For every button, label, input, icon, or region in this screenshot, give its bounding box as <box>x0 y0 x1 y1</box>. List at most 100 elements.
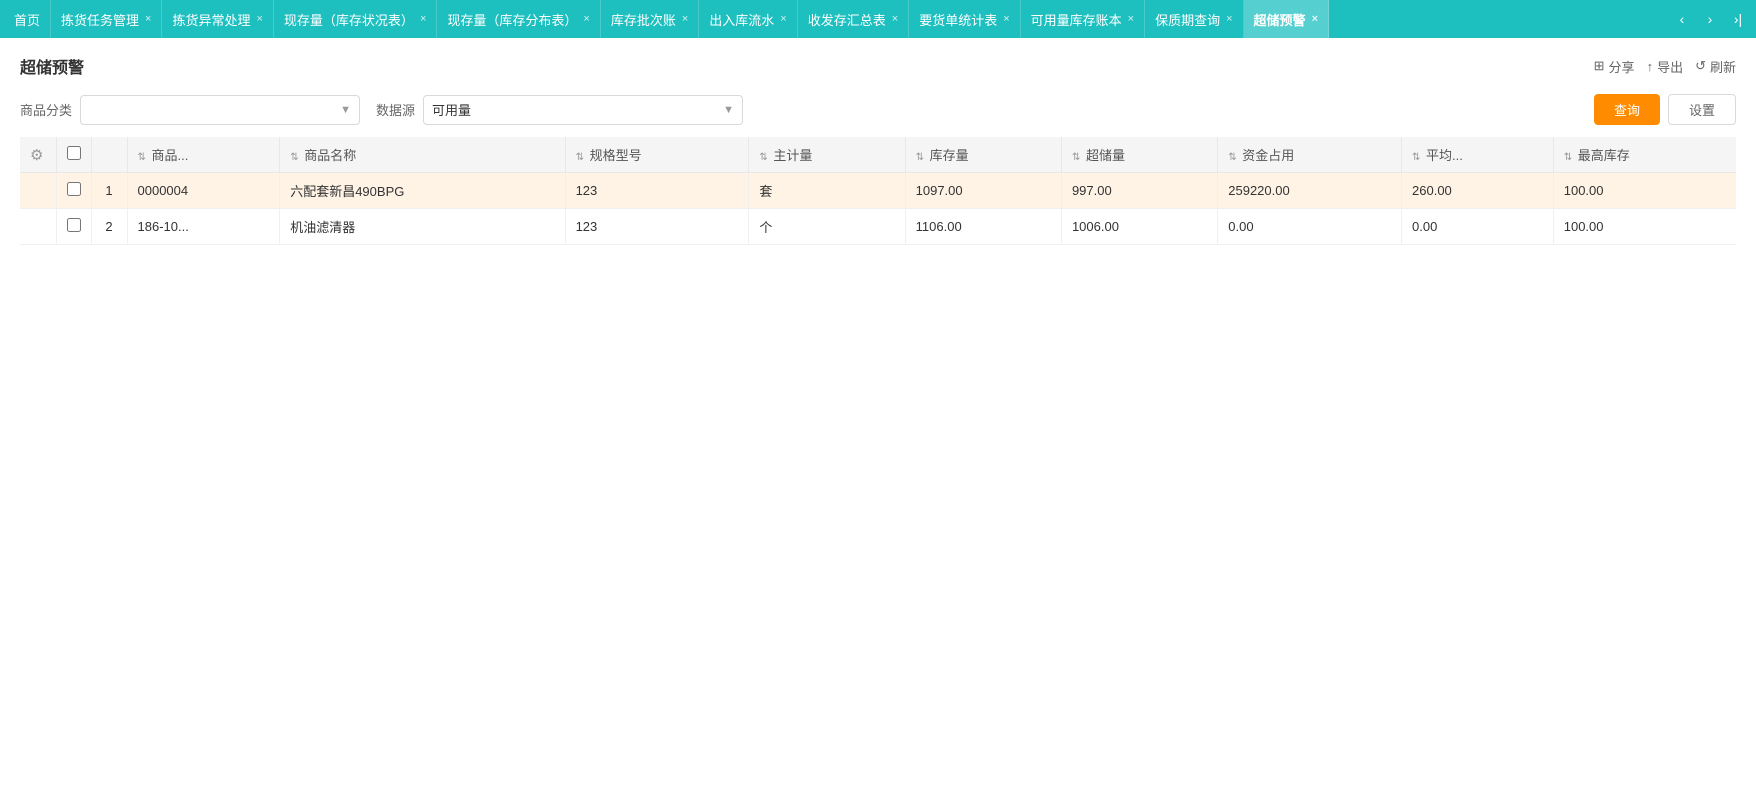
sort-icon: ⇅ <box>759 152 767 163</box>
datasource-value: 可用量 <box>432 100 471 119</box>
nav-collect-summary[interactable]: 收发存汇总表 × <box>798 0 909 38</box>
product-name-column-header[interactable]: ⇅ 商品名称 <box>280 137 565 173</box>
top-navigation: 首页 拣货任务管理 × 拣货异常处理 × 现存量（库存状况表） × 现存量（库存… <box>0 0 1756 38</box>
chevron-down-icon: ▼ <box>723 104 734 116</box>
chevron-down-icon: ▼ <box>340 104 351 116</box>
close-icon[interactable]: × <box>145 13 151 25</box>
capital-use-column-header[interactable]: ⇅ 资金占用 <box>1218 137 1402 173</box>
page-header: 超储预警 ⊞ 分享 ↑ 导出 ↺ 刷新 <box>20 54 1736 78</box>
stock-qty-cell: 1097.00 <box>905 173 1061 209</box>
nav-quality-check[interactable]: 保质期查询 × <box>1145 0 1243 38</box>
close-icon[interactable]: × <box>1312 13 1318 25</box>
nav-stock-status[interactable]: 现存量（库存状况表） × <box>274 0 437 38</box>
setting-button[interactable]: 设置 <box>1668 94 1736 125</box>
datasource-select[interactable]: 可用量 ▼ <box>423 95 743 125</box>
product-name-cell: 六配套新昌490BPG <box>280 173 565 209</box>
product-code-cell: 0000004 <box>127 173 280 209</box>
nav-next-button[interactable]: › <box>1696 0 1724 38</box>
capital-use-cell: 259220.00 <box>1218 173 1402 209</box>
close-icon[interactable]: × <box>1226 13 1232 25</box>
export-icon: ↑ <box>1647 59 1654 74</box>
sort-icon: ⇅ <box>916 152 924 163</box>
close-icon[interactable]: × <box>1003 13 1009 25</box>
stock-qty-column-header[interactable]: ⇅ 库存量 <box>905 137 1061 173</box>
row-checkbox[interactable] <box>67 218 81 232</box>
export-button[interactable]: ↑ 导出 <box>1647 57 1684 76</box>
nav-overstock-alert[interactable]: 超储预警 × <box>1244 0 1329 38</box>
nav-available-stock[interactable]: 可用量库存账本 × <box>1021 0 1145 38</box>
page-title: 超储预警 <box>20 54 84 78</box>
nav-order-stats[interactable]: 要货单统计表 × <box>909 0 1020 38</box>
share-button[interactable]: ⊞ 分享 <box>1594 57 1635 76</box>
unit-cell: 套 <box>749 173 905 209</box>
refresh-button[interactable]: ↺ 刷新 <box>1695 57 1736 76</box>
nav-task-mgmt[interactable]: 拣货任务管理 × <box>51 0 162 38</box>
nav-inout-flow[interactable]: 出入库流水 × <box>699 0 797 38</box>
overstock-qty-cell: 997.00 <box>1061 173 1217 209</box>
sort-icon: ⇅ <box>138 152 146 163</box>
close-icon[interactable]: × <box>583 13 589 25</box>
data-table: ⚙ ⇅ 商品... ⇅ 商品名称 ⇅ 规格型号 <box>20 137 1736 245</box>
select-all-checkbox[interactable] <box>67 146 81 160</box>
row-number: 2 <box>91 209 127 245</box>
close-icon[interactable]: × <box>682 13 688 25</box>
row-checkbox-cell[interactable] <box>56 209 91 245</box>
unit-cell: 个 <box>749 209 905 245</box>
page-container: 超储预警 ⊞ 分享 ↑ 导出 ↺ 刷新 商品分类 ▼ 数据源 <box>0 38 1756 261</box>
nav-more-button[interactable]: ›| <box>1724 0 1752 38</box>
nav-home[interactable]: 首页 <box>4 0 51 38</box>
row-checkbox-cell[interactable] <box>56 173 91 209</box>
category-select[interactable]: ▼ <box>80 95 360 125</box>
row-gear-cell <box>20 209 56 245</box>
category-filter: 商品分类 ▼ <box>20 95 360 125</box>
query-button[interactable]: 查询 <box>1594 94 1660 125</box>
avg-cell: 0.00 <box>1402 209 1554 245</box>
sort-icon: ⇅ <box>1564 152 1572 163</box>
overstock-qty-cell: 1006.00 <box>1061 209 1217 245</box>
sort-icon: ⇅ <box>1412 152 1420 163</box>
sort-icon: ⇅ <box>1228 152 1236 163</box>
nav-prev-button[interactable]: ‹ <box>1668 0 1696 38</box>
product-code-column-header[interactable]: ⇅ 商品... <box>127 137 280 173</box>
row-checkbox[interactable] <box>67 182 81 196</box>
spec-column-header[interactable]: ⇅ 规格型号 <box>565 137 749 173</box>
product-code-cell: 186-10... <box>127 209 280 245</box>
max-stock-column-header[interactable]: ⇅ 最高库存 <box>1553 137 1736 173</box>
stock-qty-cell: 1106.00 <box>905 209 1061 245</box>
gear-column-header[interactable]: ⚙ <box>20 137 56 173</box>
table-row: 2 186-10... 机油滤清器 123 个 1106.00 1006.00 … <box>20 209 1736 245</box>
row-gear-cell <box>20 173 56 209</box>
nav-stock-batch[interactable]: 库存批次账 × <box>601 0 699 38</box>
select-all-column-header[interactable] <box>56 137 91 173</box>
row-num-column-header <box>91 137 127 173</box>
datasource-label: 数据源 <box>376 100 415 119</box>
row-number: 1 <box>91 173 127 209</box>
close-icon[interactable]: × <box>780 13 786 25</box>
close-icon[interactable]: × <box>1128 13 1134 25</box>
max-stock-cell: 100.00 <box>1553 209 1736 245</box>
nav-stock-dist[interactable]: 现存量（库存分布表） × <box>437 0 600 38</box>
avg-column-header[interactable]: ⇅ 平均... <box>1402 137 1554 173</box>
category-label: 商品分类 <box>20 100 72 119</box>
filter-area: 商品分类 ▼ 数据源 可用量 ▼ 查询 设置 <box>20 94 1736 125</box>
product-name-cell: 机油滤清器 <box>280 209 565 245</box>
capital-use-cell: 0.00 <box>1218 209 1402 245</box>
overstock-qty-column-header[interactable]: ⇅ 超储量 <box>1061 137 1217 173</box>
close-icon[interactable]: × <box>420 13 426 25</box>
close-icon[interactable]: × <box>892 13 898 25</box>
gear-icon: ⚙ <box>30 147 43 164</box>
close-icon[interactable]: × <box>256 13 262 25</box>
unit-column-header[interactable]: ⇅ 主计量 <box>749 137 905 173</box>
nav-abnormal[interactable]: 拣货异常处理 × <box>162 0 273 38</box>
filter-actions: 查询 设置 <box>1594 94 1736 125</box>
avg-cell: 260.00 <box>1402 173 1554 209</box>
share-icon: ⊞ <box>1594 58 1605 74</box>
max-stock-cell: 100.00 <box>1553 173 1736 209</box>
table-header-row: ⚙ ⇅ 商品... ⇅ 商品名称 ⇅ 规格型号 <box>20 137 1736 173</box>
sort-icon: ⇅ <box>290 152 298 163</box>
spec-cell: 123 <box>565 173 749 209</box>
table-row: 1 0000004 六配套新昌490BPG 123 套 1097.00 997.… <box>20 173 1736 209</box>
sort-icon: ⇅ <box>576 152 584 163</box>
datasource-filter: 数据源 可用量 ▼ <box>376 95 743 125</box>
header-actions: ⊞ 分享 ↑ 导出 ↺ 刷新 <box>1594 57 1736 76</box>
